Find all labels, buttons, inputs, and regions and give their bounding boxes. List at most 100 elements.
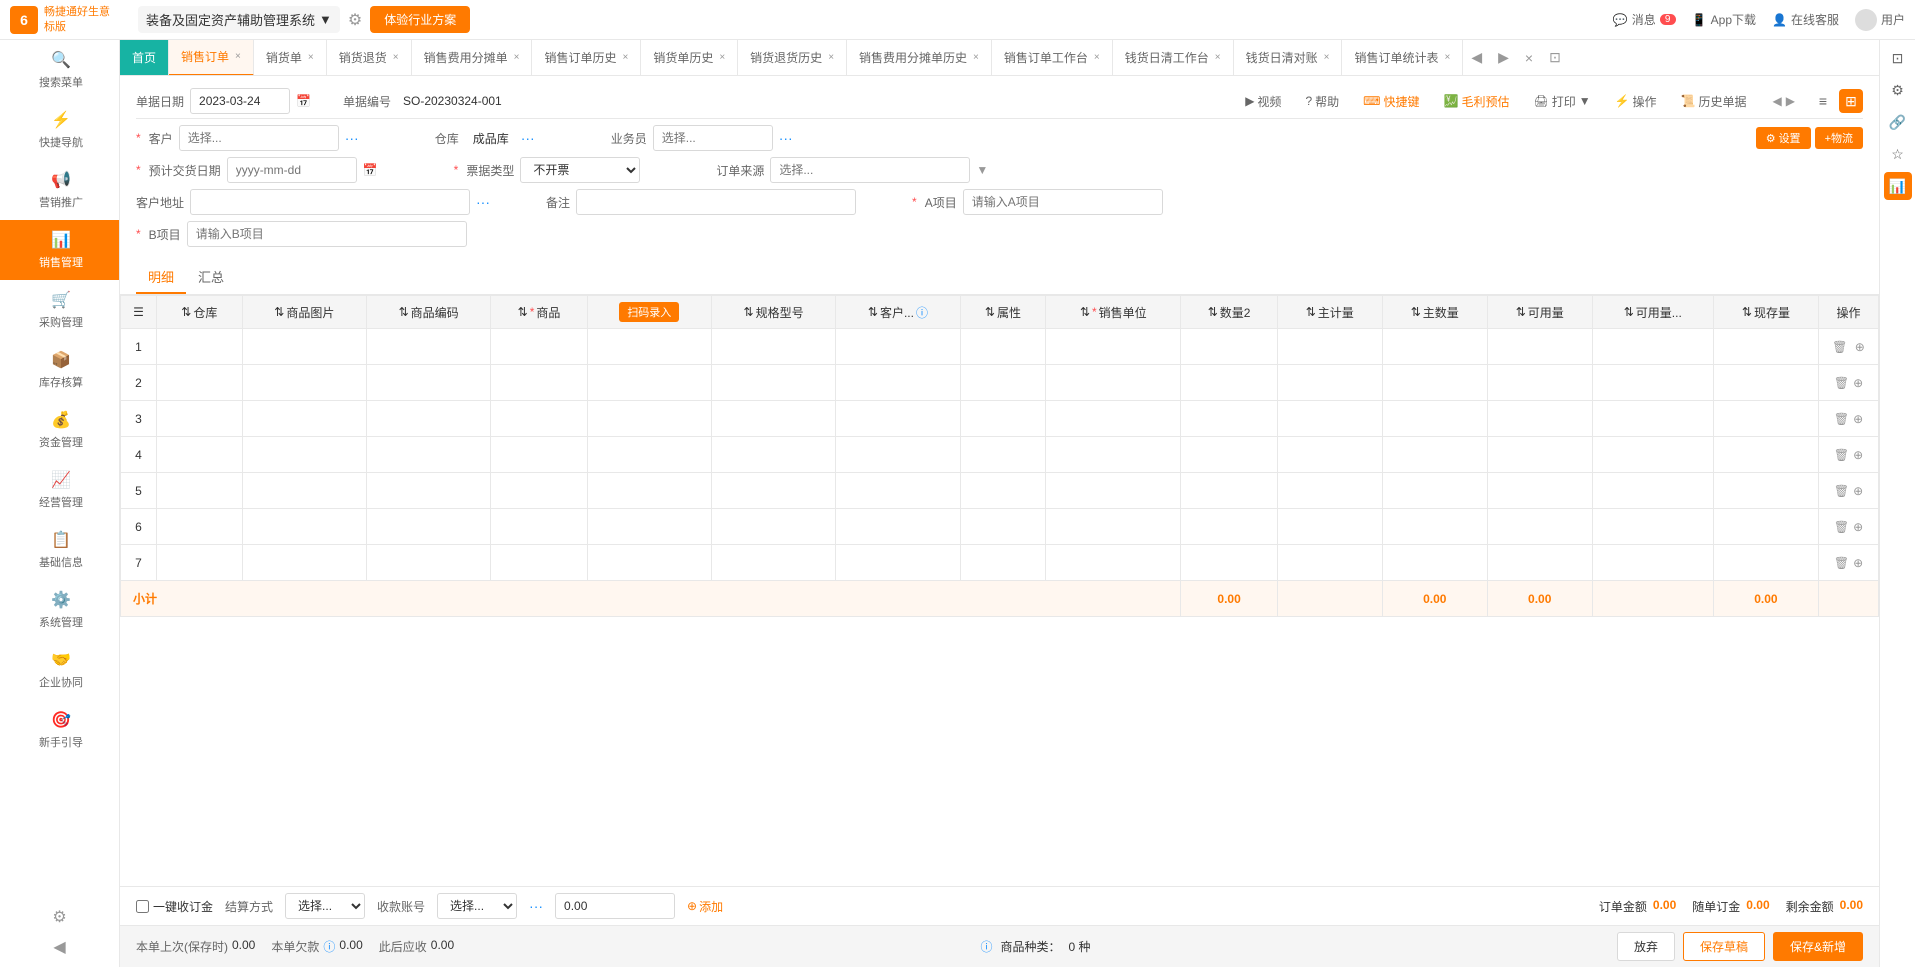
copy-icon[interactable]: ⊕	[1853, 484, 1863, 498]
tab-expense-history[interactable]: 销售费用分摊单历史 ×	[847, 40, 992, 76]
delete-icon[interactable]: 🗑	[1834, 484, 1849, 498]
tab-next-button[interactable]: ▶	[1490, 40, 1517, 76]
sidebar-item-finance[interactable]: 💰 资金管理	[0, 400, 119, 460]
add-logistics-button[interactable]: +物流	[1815, 127, 1863, 149]
industry-solution-button[interactable]: 体验行业方案	[370, 6, 470, 33]
copy-icon[interactable]: ⊕	[1853, 520, 1863, 534]
sidebar-item-operations[interactable]: 📈 经营管理	[0, 460, 119, 520]
copy-icon[interactable]: ⊕	[1853, 556, 1863, 570]
tab-close-icon[interactable]: ×	[1444, 52, 1450, 63]
staff-more-icon[interactable]: ···	[779, 130, 793, 146]
remark-input[interactable]	[576, 189, 856, 215]
settings-button[interactable]: ⚙ 设置	[1756, 127, 1811, 149]
tab-order-stats[interactable]: 销售订单统计表 ×	[1342, 40, 1463, 76]
tab-sales-expense[interactable]: 销售费用分摊单 ×	[412, 40, 533, 76]
delete-icon[interactable]: 🗑	[1834, 520, 1849, 534]
collapse-icon[interactable]: ◀	[53, 937, 65, 957]
save-new-button[interactable]: 保存&新增	[1773, 932, 1863, 961]
action-button[interactable]: ⚡ 操作	[1609, 91, 1663, 112]
delete-icon[interactable]: 🗑	[1832, 340, 1847, 354]
sidebar-item-search[interactable]: 🔍 搜索菜单	[0, 40, 119, 100]
list-view-button[interactable]: ≡	[1811, 89, 1835, 113]
add-payment-button[interactable]: ⊕ 添加	[687, 898, 723, 915]
nav-prev-icon[interactable]: ◀	[1773, 94, 1782, 108]
tab-prev-button[interactable]: ◀	[1463, 40, 1490, 76]
copy-icon[interactable]: ⊕	[1855, 340, 1865, 354]
discard-button[interactable]: 放弃	[1617, 932, 1675, 961]
sidebar-item-cooperation[interactable]: 🤝 企业协同	[0, 640, 119, 700]
payment-method-select[interactable]: 选择...	[285, 893, 365, 919]
tab-detail[interactable]: 明细	[136, 261, 186, 294]
account-more-icon[interactable]: ···	[529, 898, 543, 914]
sidebar-item-basic-info[interactable]: 📋 基础信息	[0, 520, 119, 580]
system-name-dropdown[interactable]: 装备及固定资产辅助管理系统 ▼	[138, 6, 340, 33]
history-button[interactable]: 📜 历史单据	[1675, 91, 1753, 112]
tab-sales-goods[interactable]: 销货单 ×	[254, 40, 327, 76]
account-select[interactable]: 选择...	[437, 893, 517, 919]
calendar2-icon[interactable]: 📅	[363, 163, 378, 177]
settings-bottom-icon[interactable]: ⚙	[52, 907, 66, 927]
user-item[interactable]: 用户	[1855, 9, 1905, 31]
customer-addr-input[interactable]	[190, 189, 470, 215]
tab-close-icon[interactable]: ×	[1094, 52, 1100, 63]
sidebar-item-guide[interactable]: 🎯 新手引导	[0, 700, 119, 760]
save-draft-button[interactable]: 保存草稿	[1683, 932, 1765, 961]
settings-icon[interactable]: ⚙	[348, 10, 362, 30]
nav-next-icon[interactable]: ▶	[1786, 94, 1795, 108]
sidebar-item-system[interactable]: ⚙️ 系统管理	[0, 580, 119, 640]
calendar-icon[interactable]: 📅	[296, 94, 311, 108]
copy-icon[interactable]: ⊕	[1853, 376, 1863, 390]
customer-more-icon[interactable]: ···	[345, 130, 359, 146]
b-project-input[interactable]	[187, 221, 467, 247]
tab-goods-history[interactable]: 销货单历史 ×	[641, 40, 738, 76]
sidebar-item-inventory[interactable]: 📦 库存核算	[0, 340, 119, 400]
online-support-item[interactable]: 👤 在线客服	[1772, 11, 1839, 28]
customer-input[interactable]	[179, 125, 339, 151]
delivery-date-input[interactable]	[227, 157, 357, 183]
tab-close-icon[interactable]: ×	[828, 52, 834, 63]
right-panel-btn-4[interactable]: ☆	[1884, 140, 1912, 168]
tab-close-icon[interactable]: ×	[308, 52, 314, 63]
right-panel-btn-1[interactable]: ⊡	[1884, 44, 1912, 72]
tab-close-icon[interactable]: ×	[622, 52, 628, 63]
tab-home[interactable]: 首页	[120, 40, 169, 76]
tab-close-icon[interactable]: ×	[1215, 52, 1221, 63]
sidebar-item-marketing[interactable]: 📢 营销推广	[0, 160, 119, 220]
tab-sales-order[interactable]: 销售订单 ×	[169, 40, 254, 76]
deposit-amount-input[interactable]	[555, 893, 675, 919]
tab-cash-reconcile[interactable]: 钱货日清对账 ×	[1234, 40, 1343, 76]
one-click-deposit-checkbox[interactable]	[136, 900, 149, 913]
right-panel-btn-2[interactable]: ⚙	[1884, 76, 1912, 104]
tab-close-icon[interactable]: ×	[235, 51, 241, 62]
tab-summary[interactable]: 汇总	[186, 261, 236, 294]
copy-icon[interactable]: ⊕	[1853, 448, 1863, 462]
tab-sales-return[interactable]: 销货退货 ×	[327, 40, 412, 76]
invoice-select[interactable]: 不开票 增值税普通发票 增值税专用发票	[520, 157, 640, 183]
print-button[interactable]: 🖨 打印 ▼	[1527, 91, 1596, 112]
delete-icon[interactable]: 🗑	[1834, 412, 1849, 426]
tab-close-icon[interactable]: ×	[393, 52, 399, 63]
right-panel-btn-3[interactable]: 🔗	[1884, 108, 1912, 136]
tab-cash-workbench[interactable]: 钱货日清工作台 ×	[1113, 40, 1234, 76]
a-project-input[interactable]	[963, 189, 1163, 215]
view-video-button[interactable]: ▶ 视频	[1239, 91, 1287, 112]
help-button[interactable]: ? 帮助	[1299, 91, 1345, 112]
tab-menu-button[interactable]: ×	[1517, 40, 1541, 76]
warehouse-more-icon[interactable]: ···	[521, 130, 535, 146]
tab-return-history[interactable]: 销货退货历史 ×	[738, 40, 847, 76]
date-input[interactable]	[190, 88, 290, 114]
delete-icon[interactable]: 🗑	[1834, 376, 1849, 390]
order-source-input[interactable]	[770, 157, 970, 183]
staff-input[interactable]	[653, 125, 773, 151]
app-download-item[interactable]: 📱 App下载	[1692, 11, 1756, 28]
addr-more-icon[interactable]: ···	[476, 194, 490, 210]
form-view-button[interactable]: ⊞	[1839, 89, 1863, 113]
shortcut-button[interactable]: ⌨ 快捷键	[1357, 91, 1425, 112]
tab-order-workbench[interactable]: 销售订单工作台 ×	[992, 40, 1113, 76]
tab-close-icon[interactable]: ×	[514, 52, 520, 63]
sidebar-item-sales[interactable]: 📊 销售管理	[0, 220, 119, 280]
sidebar-item-purchase[interactable]: 🛒 采购管理	[0, 280, 119, 340]
one-click-deposit-label[interactable]: 一键收订金	[136, 898, 213, 915]
tab-close-icon[interactable]: ×	[1324, 52, 1330, 63]
delete-icon[interactable]: 🗑	[1834, 556, 1849, 570]
